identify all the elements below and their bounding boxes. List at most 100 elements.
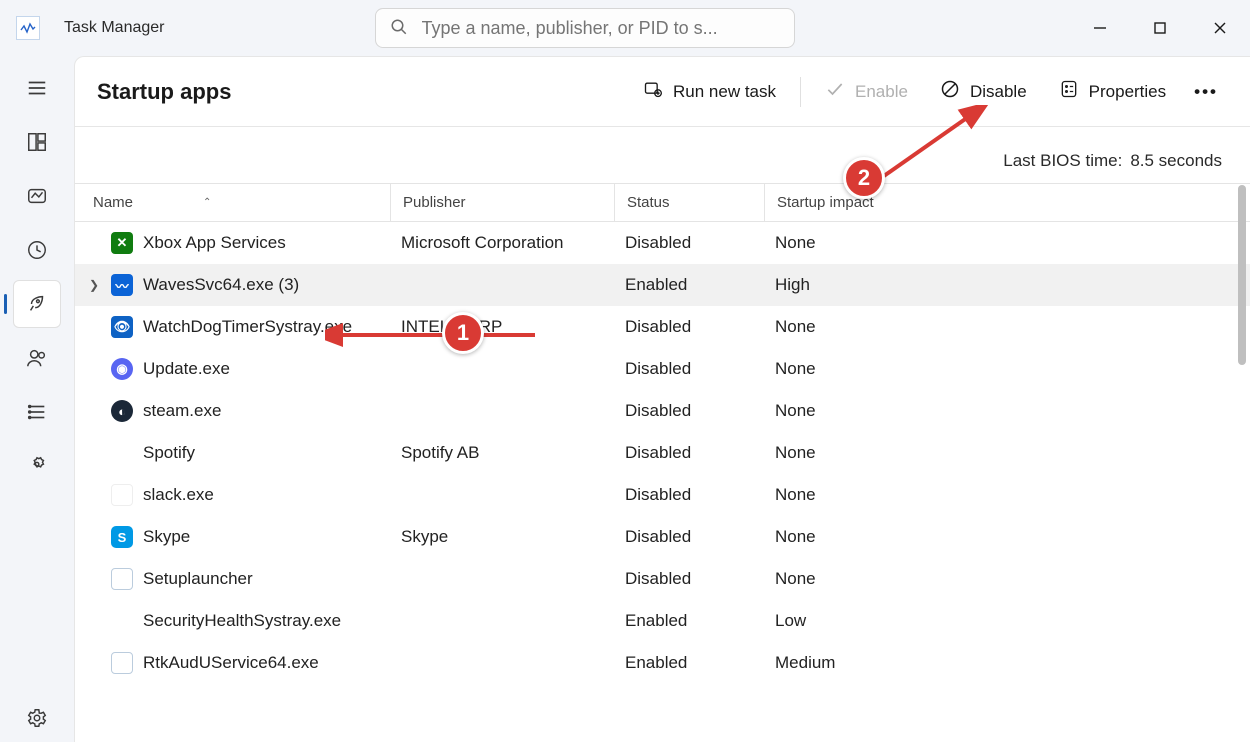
nav-app-history[interactable] [13, 226, 61, 274]
row-impact: None [765, 569, 915, 589]
disable-button[interactable]: Disable [926, 71, 1041, 112]
row-name: Xbox App Services [143, 233, 286, 253]
page-title: Startup apps [97, 79, 231, 105]
sidebar [0, 56, 74, 742]
hamburger-menu[interactable] [13, 64, 61, 112]
row-impact: High [765, 275, 915, 295]
properties-icon [1059, 79, 1079, 104]
grid-header: Name ⌃ Publisher Status Startup impact [75, 183, 1250, 222]
row-status: Disabled [615, 401, 765, 421]
window-controls [1070, 0, 1250, 56]
table-row[interactable]: ▭SetuplauncherDisabledNone [75, 558, 1250, 600]
scrollbar[interactable] [1238, 185, 1246, 365]
search-box[interactable] [375, 8, 795, 48]
main-panel: Startup apps Run new task Enable Disable [74, 56, 1250, 742]
minimize-button[interactable] [1070, 0, 1130, 56]
row-impact: None [765, 317, 915, 337]
properties-button[interactable]: Properties [1045, 71, 1180, 112]
row-publisher: Microsoft Corporation [391, 233, 615, 253]
settings-button[interactable] [13, 694, 61, 742]
app-row-icon: 🛡 [111, 610, 133, 632]
table-row[interactable]: Spotify Spotify ABDisabledNone [75, 432, 1250, 474]
row-name: RtkAudUService64.exe [143, 653, 319, 673]
row-publisher: Spotify AB [391, 443, 615, 463]
row-name: WatchDogTimerSystray.exe [143, 317, 352, 337]
row-name: SecurityHealthSystray.exe [143, 611, 341, 631]
table-row[interactable]: ▭RtkAudUService64.exeEnabledMedium [75, 642, 1250, 684]
enable-label: Enable [855, 82, 908, 102]
toolbar-separator [800, 77, 801, 107]
more-button[interactable]: ••• [1184, 74, 1228, 110]
disable-label: Disable [970, 82, 1027, 102]
app-row-icon: ▭ [111, 568, 133, 590]
column-status[interactable]: Status [615, 184, 765, 221]
bios-value: 8.5 seconds [1130, 151, 1222, 171]
column-impact[interactable]: Startup impact [765, 184, 915, 221]
row-impact: None [765, 359, 915, 379]
nav-processes[interactable] [13, 118, 61, 166]
row-publisher: INTEL CORP [391, 317, 615, 337]
row-status: Disabled [615, 317, 765, 337]
app-row-icon: S [111, 526, 133, 548]
row-impact: Low [765, 611, 915, 631]
table-row[interactable]: 🛡 SecurityHealthSystray.exe EnabledLow [75, 600, 1250, 642]
nav-performance[interactable] [13, 172, 61, 220]
app-icon [16, 16, 40, 40]
nav-details[interactable] [13, 388, 61, 436]
row-status: Enabled [615, 275, 765, 295]
chevron-right-icon[interactable]: ❯ [87, 278, 101, 292]
nav-startup-apps[interactable] [13, 280, 61, 328]
grid-body: ✕Xbox App ServicesMicrosoft CorporationD… [75, 222, 1250, 684]
app-row-icon: ◉ [111, 358, 133, 380]
titlebar: Task Manager [0, 0, 1250, 56]
search-icon [390, 18, 408, 39]
close-button[interactable] [1190, 0, 1250, 56]
row-status: Enabled [615, 611, 765, 631]
nav-services[interactable] [13, 442, 61, 490]
app-row-icon: ✕ [111, 232, 133, 254]
enable-button: Enable [811, 71, 922, 112]
app-row-icon: ◐ [111, 400, 133, 422]
sort-indicator-icon: ⌃ [203, 197, 211, 208]
app-row-icon: 👁 [111, 316, 133, 338]
search-input[interactable] [422, 18, 780, 39]
window-title: Task Manager [64, 19, 165, 37]
run-new-task-button[interactable]: Run new task [629, 71, 790, 112]
app-row-icon: ▭ [111, 652, 133, 674]
row-status: Disabled [615, 443, 765, 463]
table-row[interactable]: ❯ 〰 WavesSvc64.exe (3) EnabledHigh [75, 264, 1250, 306]
disable-icon [940, 79, 960, 104]
toolbar: Startup apps Run new task Enable Disable [75, 57, 1250, 127]
run-new-task-label: Run new task [673, 82, 776, 102]
table-row[interactable]: 👁 WatchDogTimerSystray.exe INTEL CORPDisab… [75, 306, 1250, 348]
column-name[interactable]: Name ⌃ [75, 184, 391, 221]
row-status: Disabled [615, 233, 765, 253]
app-row-icon: ⁜ [111, 484, 133, 506]
bios-time: Last BIOS time: 8.5 seconds [75, 127, 1250, 183]
table-row[interactable]: ⁜slack.exeDisabledNone [75, 474, 1250, 516]
row-name: WavesSvc64.exe (3) [143, 275, 299, 295]
row-impact: None [765, 443, 915, 463]
row-name: Spotify [143, 443, 195, 463]
table-row[interactable]: SSkypeSkypeDisabledNone [75, 516, 1250, 558]
row-status: Enabled [615, 653, 765, 673]
table-row[interactable]: ◐ steam.exe DisabledNone [75, 390, 1250, 432]
table-row[interactable]: ◉Update.exeDisabledNone [75, 348, 1250, 390]
maximize-button[interactable] [1130, 0, 1190, 56]
properties-label: Properties [1089, 82, 1166, 102]
app-row-icon: 〰 [111, 274, 133, 296]
row-status: Disabled [615, 527, 765, 547]
row-name: slack.exe [143, 485, 214, 505]
table-row[interactable]: ✕ Xbox App Services Microsoft CorporationD… [75, 222, 1250, 264]
row-impact: None [765, 233, 915, 253]
row-name: steam.exe [143, 401, 221, 421]
row-name: Update.exe [143, 359, 230, 379]
nav-users[interactable] [13, 334, 61, 382]
row-impact: None [765, 485, 915, 505]
row-name: Skype [143, 527, 190, 547]
check-icon [825, 79, 845, 104]
row-impact: None [765, 401, 915, 421]
bios-label: Last BIOS time: [1003, 151, 1122, 171]
row-impact: None [765, 527, 915, 547]
column-publisher[interactable]: Publisher [391, 184, 615, 221]
